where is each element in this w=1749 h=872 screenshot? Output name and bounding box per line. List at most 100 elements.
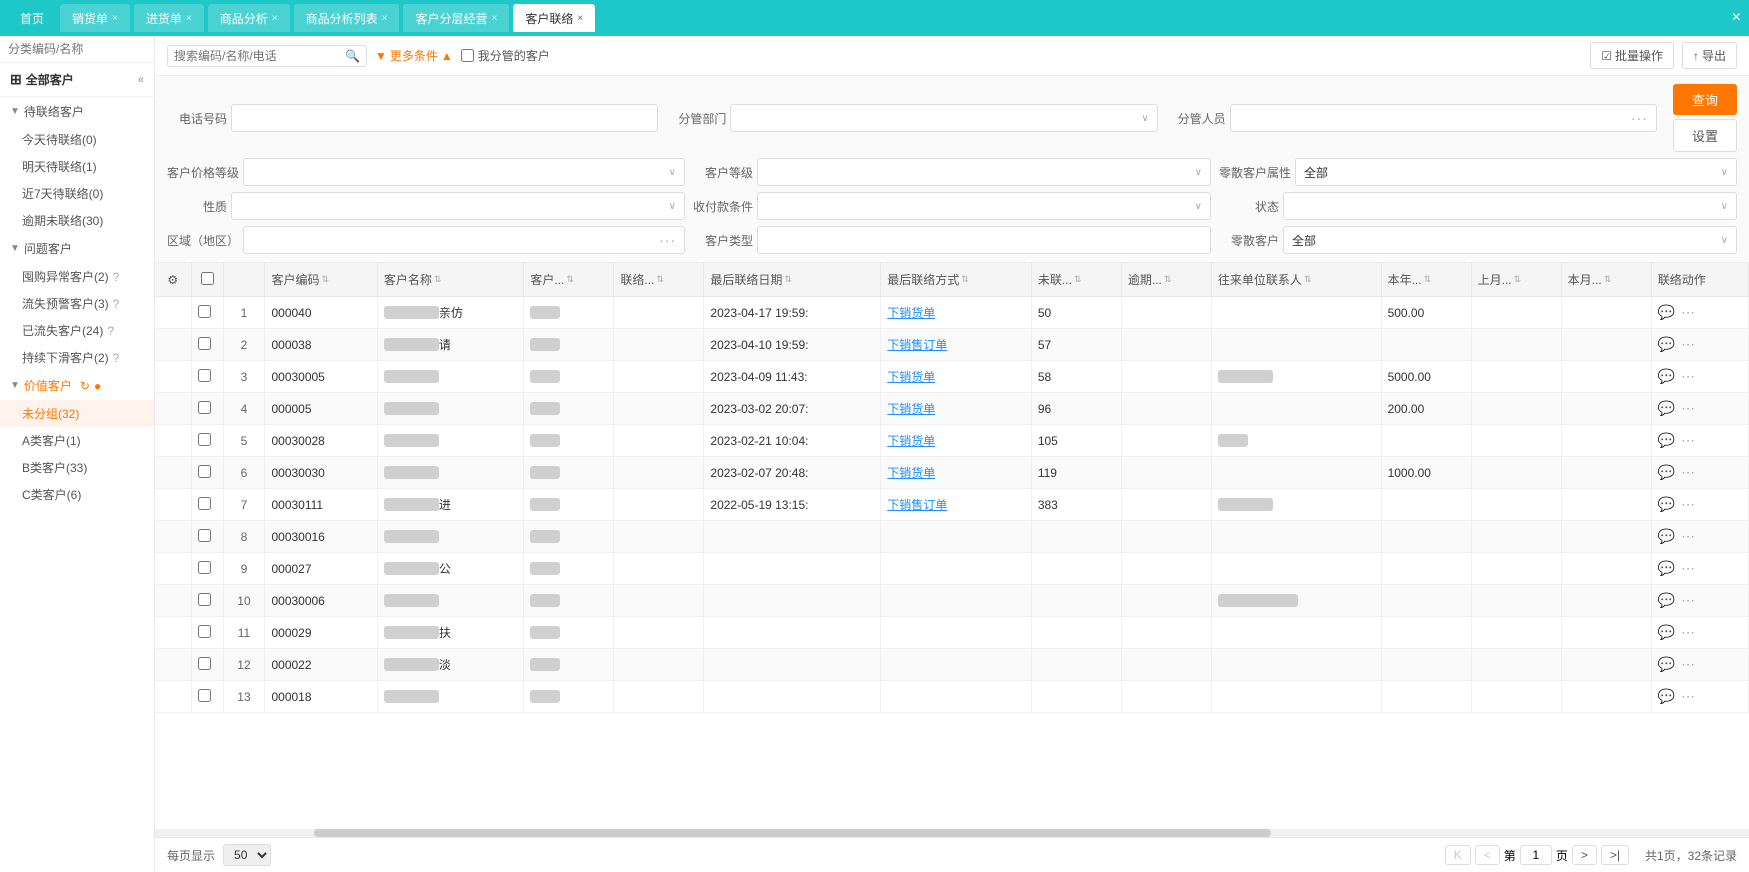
- td-last-method[interactable]: 下销货单: [881, 457, 1032, 489]
- more-action-icon[interactable]: ⋯: [1681, 464, 1695, 481]
- row-checkbox[interactable]: [198, 305, 211, 318]
- status-select[interactable]: ∨: [1283, 192, 1737, 220]
- row-checkbox[interactable]: [198, 337, 211, 350]
- contact-action-icon[interactable]: 💬: [1658, 656, 1675, 673]
- first-page-btn[interactable]: K: [1445, 845, 1471, 865]
- last-page-btn[interactable]: >|: [1601, 845, 1629, 865]
- td-checkbox[interactable]: [191, 393, 223, 425]
- tab-customer-layer[interactable]: 客户分层经营 ×: [403, 4, 509, 32]
- sidebar-item-overdue-pending[interactable]: 逾期未联络(30): [0, 207, 154, 234]
- nature-select[interactable]: ∨: [231, 192, 685, 220]
- td-checkbox[interactable]: [191, 649, 223, 681]
- sidebar-group-value-header[interactable]: ▼ 价值客户 ↻ ●: [0, 371, 154, 400]
- row-checkbox[interactable]: [198, 657, 211, 670]
- td-last-method[interactable]: 下销售订单: [881, 329, 1032, 361]
- customer-level-select[interactable]: ∨: [757, 158, 1211, 186]
- row-checkbox[interactable]: [198, 529, 211, 542]
- scatter-attr-select[interactable]: 全部∨: [1295, 158, 1737, 186]
- th-category[interactable]: 客户...⇅: [524, 263, 614, 297]
- tab-product-analysis[interactable]: 商品分析 ×: [208, 4, 290, 32]
- sidebar-item-tomorrow-pending[interactable]: 明天待联络(1): [0, 153, 154, 180]
- row-checkbox[interactable]: [198, 497, 211, 510]
- page-number-input[interactable]: [1520, 845, 1552, 865]
- customer-type-input[interactable]: [757, 226, 1211, 254]
- contact-action-icon[interactable]: 💬: [1658, 560, 1675, 577]
- sidebar-item-churn-warning[interactable]: 流失预警客户(3) ?: [0, 290, 154, 317]
- contact-action-icon[interactable]: 💬: [1658, 688, 1675, 705]
- horizontal-scrollbar[interactable]: [155, 829, 1749, 837]
- td-last-method[interactable]: [881, 617, 1032, 649]
- refresh-icon[interactable]: ↻: [80, 379, 90, 393]
- manager-input[interactable]: ···: [1230, 104, 1657, 132]
- more-action-icon[interactable]: ⋯: [1681, 336, 1695, 353]
- tab-purchase-close[interactable]: ×: [186, 13, 192, 24]
- contact-action-icon[interactable]: 💬: [1658, 528, 1675, 545]
- contact-action-icon[interactable]: 💬: [1658, 464, 1675, 481]
- td-checkbox[interactable]: [191, 457, 223, 489]
- td-last-method[interactable]: 下销货单: [881, 361, 1032, 393]
- row-checkbox[interactable]: [198, 593, 211, 606]
- th-contact[interactable]: 联络...⇅: [614, 263, 704, 297]
- td-checkbox[interactable]: [191, 297, 223, 329]
- th-this-month[interactable]: 本月...⇅: [1561, 263, 1651, 297]
- tab-customer-layer-close[interactable]: ×: [491, 13, 497, 24]
- td-last-method[interactable]: [881, 649, 1032, 681]
- select-all-checkbox[interactable]: [201, 272, 214, 285]
- th-code[interactable]: 客户编码⇅: [265, 263, 377, 297]
- tab-product-analysis-list-close[interactable]: ×: [382, 13, 388, 24]
- th-related-contacts[interactable]: 往来单位联系人⇅: [1211, 263, 1381, 297]
- my-customers-filter[interactable]: 我分管的客户: [461, 47, 550, 64]
- tab-sales[interactable]: 销货单 ×: [60, 4, 130, 32]
- payment-select[interactable]: ∨: [757, 192, 1211, 220]
- tab-home[interactable]: 首页: [8, 4, 56, 32]
- more-action-icon[interactable]: ⋯: [1681, 304, 1695, 321]
- contact-action-icon[interactable]: 💬: [1658, 592, 1675, 609]
- more-action-icon[interactable]: ⋯: [1681, 528, 1695, 545]
- tab-customer-contact[interactable]: 客户联络 ×: [513, 4, 595, 32]
- row-checkbox[interactable]: [198, 561, 211, 574]
- contact-action-icon[interactable]: 💬: [1658, 368, 1675, 385]
- th-overdue[interactable]: 逾期...⇅: [1121, 263, 1211, 297]
- filter-search-input[interactable]: [174, 49, 341, 63]
- td-last-method[interactable]: [881, 681, 1032, 713]
- sidebar-item-today-pending[interactable]: 今天待联络(0): [0, 126, 154, 153]
- sidebar-all-customers[interactable]: ⊞ 全部客户 «: [0, 63, 154, 97]
- td-last-method[interactable]: [881, 521, 1032, 553]
- td-checkbox[interactable]: [191, 361, 223, 393]
- nav-close-button[interactable]: ×: [1732, 9, 1741, 27]
- more-action-icon[interactable]: ⋯: [1681, 656, 1695, 673]
- th-settings[interactable]: ⚙: [155, 263, 191, 297]
- tab-product-analysis-close[interactable]: ×: [272, 13, 278, 24]
- row-checkbox[interactable]: [198, 689, 211, 702]
- td-last-method[interactable]: 下销货单: [881, 425, 1032, 457]
- sidebar-item-ungrouped[interactable]: 未分组(32): [0, 400, 154, 427]
- contact-action-icon[interactable]: 💬: [1658, 496, 1675, 513]
- filter-search-icon[interactable]: 🔍: [345, 49, 360, 63]
- sidebar-search-input[interactable]: [8, 42, 155, 56]
- td-checkbox[interactable]: [191, 617, 223, 649]
- td-checkbox[interactable]: [191, 681, 223, 713]
- region-input[interactable]: ···: [243, 226, 685, 254]
- contact-action-icon[interactable]: 💬: [1658, 432, 1675, 449]
- more-action-icon[interactable]: ⋯: [1681, 592, 1695, 609]
- contact-action-icon[interactable]: 💬: [1658, 304, 1675, 321]
- page-size-select[interactable]: 50: [223, 844, 271, 866]
- row-checkbox[interactable]: [198, 433, 211, 446]
- th-last-date[interactable]: 最后联络日期⇅: [704, 263, 881, 297]
- th-name[interactable]: 客户名称⇅: [377, 263, 524, 297]
- th-checkbox[interactable]: [191, 263, 223, 297]
- dept-select[interactable]: ∨: [730, 104, 1157, 132]
- row-checkbox[interactable]: [198, 465, 211, 478]
- td-last-method[interactable]: [881, 553, 1032, 585]
- sidebar-item-churned[interactable]: 已流失客户(24) ?: [0, 317, 154, 344]
- sidebar-group-pending-header[interactable]: ▼ 待联络客户: [0, 97, 154, 126]
- sidebar-group-problem-header[interactable]: ▼ 问题客户: [0, 234, 154, 263]
- row-checkbox[interactable]: [198, 625, 211, 638]
- td-checkbox[interactable]: [191, 521, 223, 553]
- sidebar-item-hoarding[interactable]: 囤购异常客户(2) ?: [0, 263, 154, 290]
- tab-customer-contact-close[interactable]: ×: [577, 13, 583, 24]
- td-last-method[interactable]: 下销货单: [881, 297, 1032, 329]
- scatter-customer-select[interactable]: 全部∨: [1283, 226, 1737, 254]
- th-last-month[interactable]: 上月...⇅: [1471, 263, 1561, 297]
- more-action-icon[interactable]: ⋯: [1681, 432, 1695, 449]
